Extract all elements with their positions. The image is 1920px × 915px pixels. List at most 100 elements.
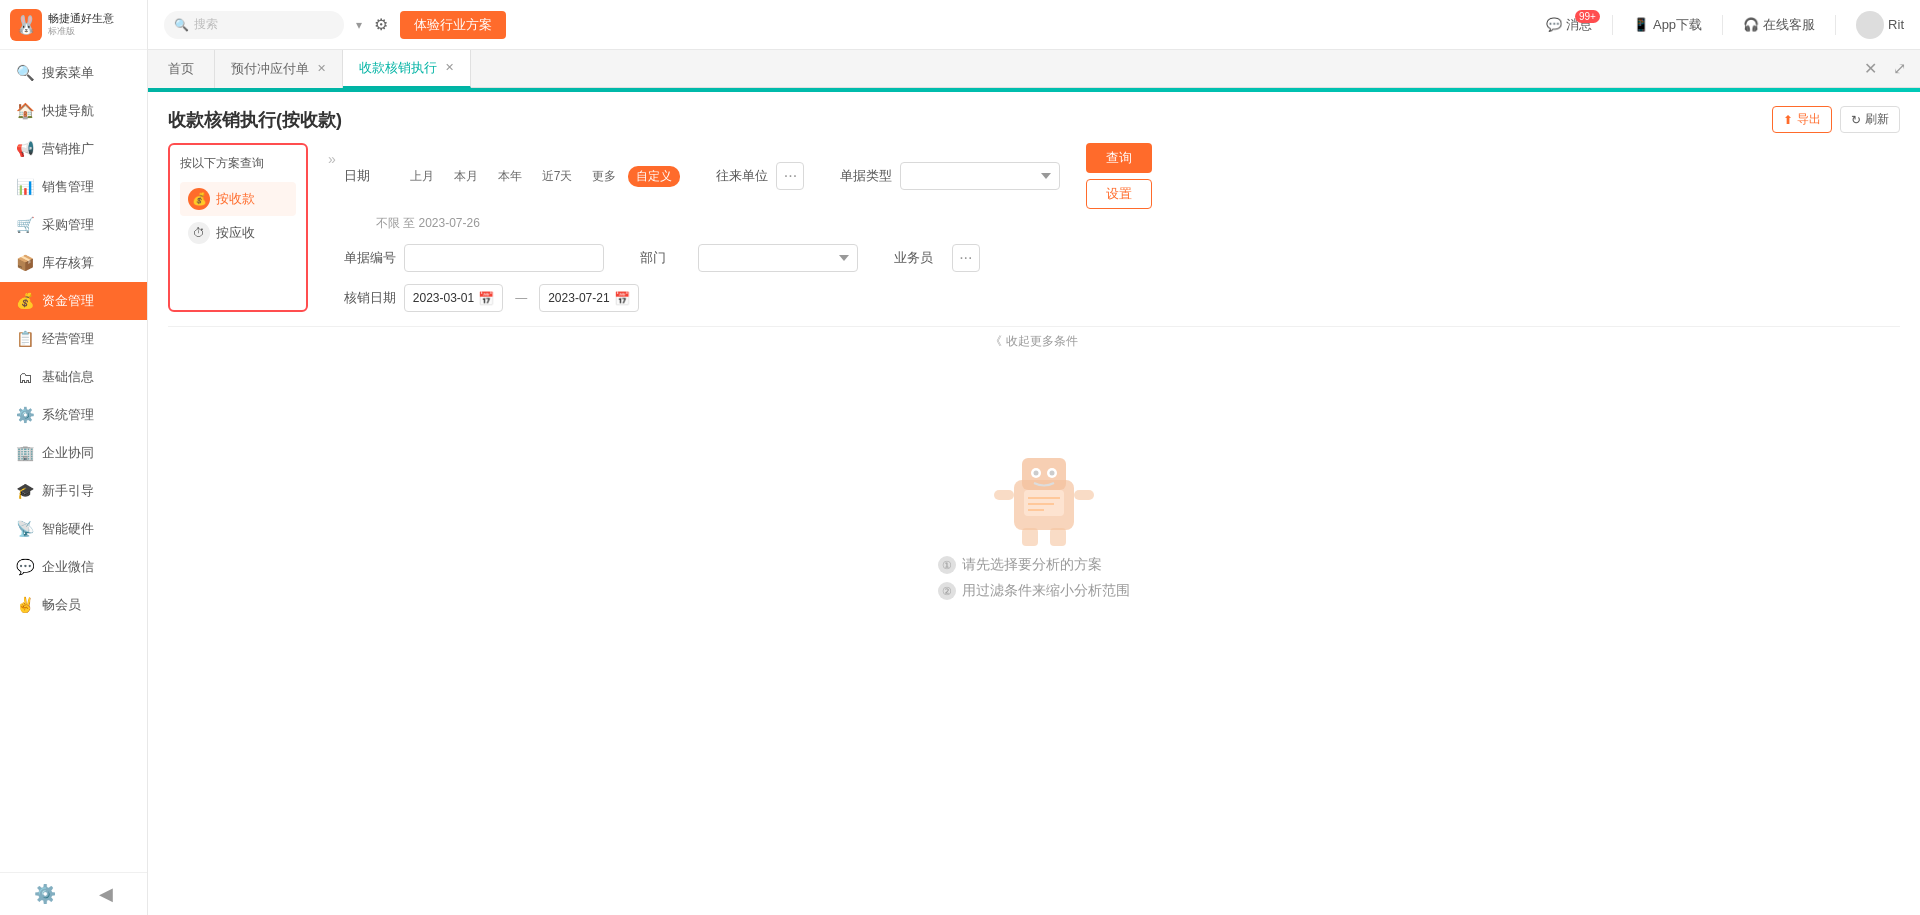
search-placeholder: 搜索 (194, 16, 218, 33)
sidebar-item-purchase[interactable]: 🛒 采购管理 (0, 206, 147, 244)
filter-option-by-receivable[interactable]: ⏱ 按应收 (180, 216, 296, 250)
tab-prepay[interactable]: 预付冲应付单 ✕ (215, 50, 343, 88)
date-tab-custom[interactable]: 自定义 (628, 166, 680, 187)
staff-dots-btn[interactable]: ··· (952, 244, 980, 272)
topbar-divider2 (1722, 15, 1723, 35)
dept-select[interactable] (698, 244, 858, 272)
sidebar-item-system[interactable]: ⚙️ 系统管理 (0, 396, 147, 434)
date-tab-thismonth[interactable]: 本月 (446, 166, 486, 187)
sidebar-item-marketing[interactable]: 📢 营销推广 (0, 130, 147, 168)
sidebar-label-newbie: 新手引导 (42, 482, 94, 500)
tab-home[interactable]: 首页 (148, 50, 215, 88)
tab-maximize-icon[interactable]: ⤢ (1889, 55, 1910, 82)
tab-prepay-close[interactable]: ✕ (317, 62, 326, 75)
topbar-service[interactable]: 🎧 在线客服 (1743, 16, 1815, 34)
basic-icon: 🗂 (16, 369, 34, 386)
doctype-select[interactable] (900, 162, 1060, 190)
docno-input[interactable] (404, 244, 604, 272)
filter-left-panel: 按以下方案查询 💰 按收款 ⏱ 按应收 (168, 143, 308, 312)
date-tab-thisyear[interactable]: 本年 (490, 166, 530, 187)
page-header: 收款核销执行(按收款) ⬆ 导出 ↻ 刷新 (148, 92, 1920, 143)
sidebar-item-newbie[interactable]: 🎓 新手引导 (0, 472, 147, 510)
svg-point-4 (1034, 471, 1039, 476)
doctype-label: 单据类型 (840, 167, 892, 185)
date-range-hint: 不限 至 2023-07-26 (376, 215, 1900, 232)
refresh-icon: ↻ (1851, 113, 1861, 127)
sidebar-item-inventory[interactable]: 📦 库存核算 (0, 244, 147, 282)
export-btn[interactable]: ⬆ 导出 (1772, 106, 1832, 133)
writeoff-date-start[interactable]: 2023-03-01 📅 (404, 284, 503, 312)
sidebar-item-operation[interactable]: 📋 经营管理 (0, 320, 147, 358)
operation-icon: 📋 (16, 330, 34, 348)
tab-close-all-icon[interactable]: ✕ (1860, 55, 1881, 82)
sidebar-item-wechat[interactable]: 💬 企业微信 (0, 548, 147, 586)
date-tabs: 上月 本月 本年 近7天 更多 自定义 (402, 166, 681, 187)
topbar-gear-icon[interactable]: ⚙ (374, 15, 388, 34)
tip-num-1: ① (938, 556, 956, 574)
topbar-user[interactable]: Rit (1856, 11, 1904, 39)
sidebar-label-system: 系统管理 (42, 406, 94, 424)
dept-field: 部门 (640, 244, 858, 272)
wechat-icon: 💬 (16, 558, 34, 576)
query-btns: 查询 设置 (1086, 143, 1152, 209)
svg-point-5 (1050, 471, 1055, 476)
docno-label: 单据编号 (344, 249, 396, 267)
sidebar-label-search: 搜索菜单 (42, 64, 94, 82)
refresh-btn[interactable]: ↻ 刷新 (1840, 106, 1900, 133)
sidebar-item-enterprise[interactable]: 🏢 企业协同 (0, 434, 147, 472)
sidebar-item-finance[interactable]: 💰 资金管理 (0, 282, 147, 320)
sidebar-item-search[interactable]: 🔍 搜索菜单 (0, 54, 147, 92)
tab-receipt-close[interactable]: ✕ (445, 61, 454, 74)
doctype-field: 单据类型 (840, 162, 1060, 190)
message-icon: 💬 (1546, 17, 1562, 32)
query-btn[interactable]: 查询 (1086, 143, 1152, 173)
page-content: 收款核销执行(按收款) ⬆ 导出 ↻ 刷新 按以下方案查询 💰 按收款 (148, 88, 1920, 915)
staff-field: 业务员 ··· (894, 244, 980, 272)
refresh-label: 刷新 (1865, 111, 1889, 128)
sidebar-label-hardware: 智能硬件 (42, 520, 94, 538)
marketing-icon: 📢 (16, 140, 34, 158)
sidebar-item-member[interactable]: ✌ 畅会员 (0, 586, 147, 624)
empty-tip1-text: 请先选择要分析的方案 (962, 556, 1102, 574)
logo-icon: 🐰 (10, 9, 42, 41)
filter-row-1: 日期 上月 本月 本年 近7天 更多 自定义 (344, 143, 1900, 209)
industry-btn[interactable]: 体验行业方案 (400, 11, 506, 39)
date-tab-lastmonth[interactable]: 上月 (402, 166, 442, 187)
settings-bottom-icon[interactable]: ⚙️ (34, 883, 56, 905)
writeoff-date-end[interactable]: 2023-07-21 📅 (539, 284, 638, 312)
sidebar-label-member: 畅会员 (42, 596, 81, 614)
tab-receipt-writeoff[interactable]: 收款核销执行 ✕ (343, 50, 471, 88)
sidebar-item-basic[interactable]: 🗂 基础信息 (0, 358, 147, 396)
svg-rect-8 (1022, 528, 1038, 546)
collapse-more-btn[interactable]: 《 收起更多条件 (990, 333, 1078, 350)
home-icon: 🏠 (16, 102, 34, 120)
sidebar-nav: 🔍 搜索菜单 🏠 快捷导航 📢 营销推广 📊 销售管理 🛒 采购管理 📦 库存核… (0, 50, 147, 872)
writeoff-date-field: 核销日期 2023-03-01 📅 — 2023-07-21 📅 (344, 284, 639, 312)
date-tab-more[interactable]: 更多 (584, 166, 624, 187)
finance-icon: 💰 (16, 292, 34, 310)
receivable-option-label: 按应收 (216, 224, 255, 242)
staff-label: 业务员 (894, 249, 944, 267)
calendar-end-icon: 📅 (614, 291, 630, 306)
filter-collapse-icon[interactable]: » (328, 151, 336, 167)
sidebar-item-sales[interactable]: 📊 销售管理 (0, 168, 147, 206)
date-tab-7days[interactable]: 近7天 (534, 166, 581, 187)
partner-dots-btn[interactable]: ··· (776, 162, 804, 190)
topbar-divider3 (1835, 15, 1836, 35)
topbar-right: 💬 消息 99+ 📱 App下载 🎧 在线客服 Rit (1546, 11, 1904, 39)
settings-btn[interactable]: 设置 (1086, 179, 1152, 209)
sidebar: 🐰 畅捷通好生意 标准版 🔍 搜索菜单 🏠 快捷导航 📢 营销推广 📊 销售管理… (0, 0, 148, 915)
sidebar-label-operation: 经营管理 (42, 330, 94, 348)
topbar-chevron-icon[interactable]: ▾ (356, 18, 362, 32)
user-avatar (1856, 11, 1884, 39)
topbar-search[interactable]: 🔍 搜索 (164, 11, 344, 39)
sidebar-label-basic: 基础信息 (42, 368, 94, 386)
topbar-message[interactable]: 💬 消息 99+ (1546, 16, 1592, 34)
collapse-sidebar-icon[interactable]: ◀ (99, 883, 113, 905)
tab-receipt-label: 收款核销执行 (359, 59, 437, 77)
empty-tip-1: ① 请先选择要分析的方案 (938, 556, 1130, 574)
topbar-app-download[interactable]: 📱 App下载 (1633, 16, 1702, 34)
sidebar-item-hardware[interactable]: 📡 智能硬件 (0, 510, 147, 548)
filter-option-by-receipt[interactable]: 💰 按收款 (180, 182, 296, 216)
sidebar-item-quicknav[interactable]: 🏠 快捷导航 (0, 92, 147, 130)
